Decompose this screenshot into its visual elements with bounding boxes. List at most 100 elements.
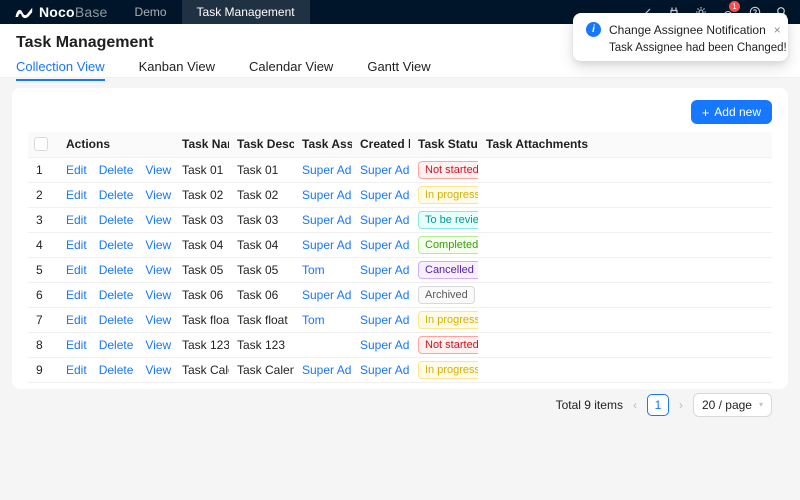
nocobase-logo[interactable]: NocoBase — [0, 4, 120, 20]
task-description-cell: Task 02 — [229, 182, 294, 208]
created-by-cell: Super Admin — [352, 157, 410, 183]
column-header-task-assignee: Task Assignee — [294, 132, 352, 158]
status-badge: Completed — [418, 235, 478, 254]
view-link[interactable]: View — [145, 188, 171, 202]
nav-item-demo[interactable]: Demo — [120, 0, 182, 24]
column-header-task-attachments: Task Attachments — [478, 132, 772, 158]
delete-link[interactable]: Delete — [99, 238, 134, 252]
add-new-button[interactable]: + Add new — [690, 100, 772, 124]
edit-link[interactable]: Edit — [66, 163, 87, 177]
assignee-link[interactable]: Tom — [302, 313, 325, 327]
assignee-link[interactable]: Super Admin — [302, 163, 352, 177]
view-link[interactable]: View — [145, 313, 171, 327]
row-actions-cell: Edit Delete View — [58, 232, 174, 258]
task-attachments-cell — [478, 257, 772, 283]
assignee-link[interactable]: Super Admin — [302, 188, 352, 202]
created-by-link[interactable]: Super Admin — [360, 338, 410, 352]
view-link[interactable]: View — [145, 288, 171, 302]
delete-link[interactable]: Delete — [99, 213, 134, 227]
task-assignee-cell: Super Admin — [294, 207, 352, 233]
edit-link[interactable]: Edit — [66, 238, 87, 252]
created-by-cell: Super Admin — [352, 282, 410, 308]
table-row: 1EditDeleteViewTask 01Task 01Super Admin… — [28, 157, 772, 183]
created-by-link[interactable]: Super Admin — [360, 188, 410, 202]
edit-link[interactable]: Edit — [66, 263, 87, 277]
created-by-link[interactable]: Super Admin — [360, 263, 410, 277]
delete-link[interactable]: Delete — [99, 188, 134, 202]
row-actions-cell: Edit Delete View — [58, 332, 174, 358]
view-link[interactable]: View — [145, 163, 171, 177]
task-assignee-cell: Super Admin — [294, 157, 352, 183]
task-status-cell: In progress — [410, 307, 478, 333]
chevron-down-icon: ▾ — [758, 400, 763, 409]
row-actions-cell: Edit Delete View — [58, 357, 174, 383]
task-assignee-cell: Super Admin — [294, 182, 352, 208]
nocobase-logo-icon — [15, 7, 33, 19]
status-badge: In progress — [418, 360, 478, 379]
delete-link[interactable]: Delete — [99, 263, 134, 277]
created-by-cell: Super Admin — [352, 357, 410, 383]
view-link[interactable]: View — [145, 338, 171, 352]
created-by-link[interactable]: Super Admin — [360, 238, 410, 252]
task-attachments-cell — [478, 232, 772, 258]
pagination-prev-button[interactable]: ‹ — [631, 398, 639, 412]
created-by-link[interactable]: Super Admin — [360, 213, 410, 227]
assignee-link[interactable]: Super Admin — [302, 213, 352, 227]
task-attachments-cell — [478, 307, 772, 333]
pagination-page-1[interactable]: 1 — [646, 393, 669, 416]
toast-close-icon[interactable]: × — [774, 24, 781, 36]
edit-link[interactable]: Edit — [66, 313, 87, 327]
assignee-link[interactable]: Super Admin — [302, 238, 352, 252]
row-index: 5 — [28, 257, 58, 283]
pagination-total: Total 9 items — [555, 397, 623, 412]
assignee-link[interactable]: Super Admin — [302, 288, 352, 302]
task-assignee-cell: Super Admin — [294, 232, 352, 258]
view-link[interactable]: View — [145, 363, 171, 377]
delete-link[interactable]: Delete — [99, 338, 134, 352]
tab-gantt-view[interactable]: Gantt View — [367, 59, 430, 81]
pagination-next-button[interactable]: › — [677, 398, 685, 412]
edit-link[interactable]: Edit — [66, 363, 87, 377]
task-status-cell: Completed — [410, 232, 478, 258]
column-header-created-by: Created by — [352, 132, 410, 158]
nav-item-task-management[interactable]: Task Management — [181, 0, 310, 24]
page-size-select[interactable]: 20 / page ▾ — [692, 392, 772, 417]
view-link[interactable]: View — [145, 238, 171, 252]
edit-link[interactable]: Edit — [66, 288, 87, 302]
status-badge: Not started — [418, 335, 478, 354]
tab-kanban-view[interactable]: Kanban View — [139, 59, 215, 81]
created-by-link[interactable]: Super Admin — [360, 288, 410, 302]
created-by-link[interactable]: Super Admin — [360, 163, 410, 177]
task-status-cell: Archived — [410, 282, 478, 308]
status-badge: Archived — [418, 285, 475, 304]
table-body: 1EditDeleteViewTask 01Task 01Super Admin… — [28, 157, 772, 383]
assignee-link[interactable]: Tom — [302, 263, 325, 277]
task-attachments-cell — [478, 332, 772, 358]
created-by-link[interactable]: Super Admin — [360, 313, 410, 327]
tab-calendar-view[interactable]: Calendar View — [249, 59, 333, 81]
task-name-cell: Task 123 — [174, 332, 229, 358]
view-link[interactable]: View — [145, 263, 171, 277]
delete-link[interactable]: Delete — [99, 163, 134, 177]
task-attachments-cell — [478, 282, 772, 308]
edit-link[interactable]: Edit — [66, 188, 87, 202]
logo-text: NocoBase — [39, 4, 108, 20]
edit-link[interactable]: Edit — [66, 213, 87, 227]
task-description-cell: Task 04 — [229, 232, 294, 258]
assignee-link[interactable]: Super Admin — [302, 363, 352, 377]
task-status-cell: In progress — [410, 357, 478, 383]
row-actions-cell: Edit Delete View — [58, 157, 174, 183]
delete-link[interactable]: Delete — [99, 288, 134, 302]
plus-icon: + — [701, 104, 710, 120]
edit-link[interactable]: Edit — [66, 338, 87, 352]
view-link[interactable]: View — [145, 213, 171, 227]
task-name-cell: Task 06 — [174, 282, 229, 308]
status-badge: In progress — [418, 310, 478, 329]
task-attachments-cell — [478, 157, 772, 183]
created-by-link[interactable]: Super Admin — [360, 363, 410, 377]
tab-collection-view[interactable]: Collection View — [16, 59, 105, 81]
task-description-cell: Task Calendar — [229, 357, 294, 383]
select-all-checkbox[interactable] — [34, 137, 48, 152]
delete-link[interactable]: Delete — [99, 363, 134, 377]
delete-link[interactable]: Delete — [99, 313, 134, 327]
